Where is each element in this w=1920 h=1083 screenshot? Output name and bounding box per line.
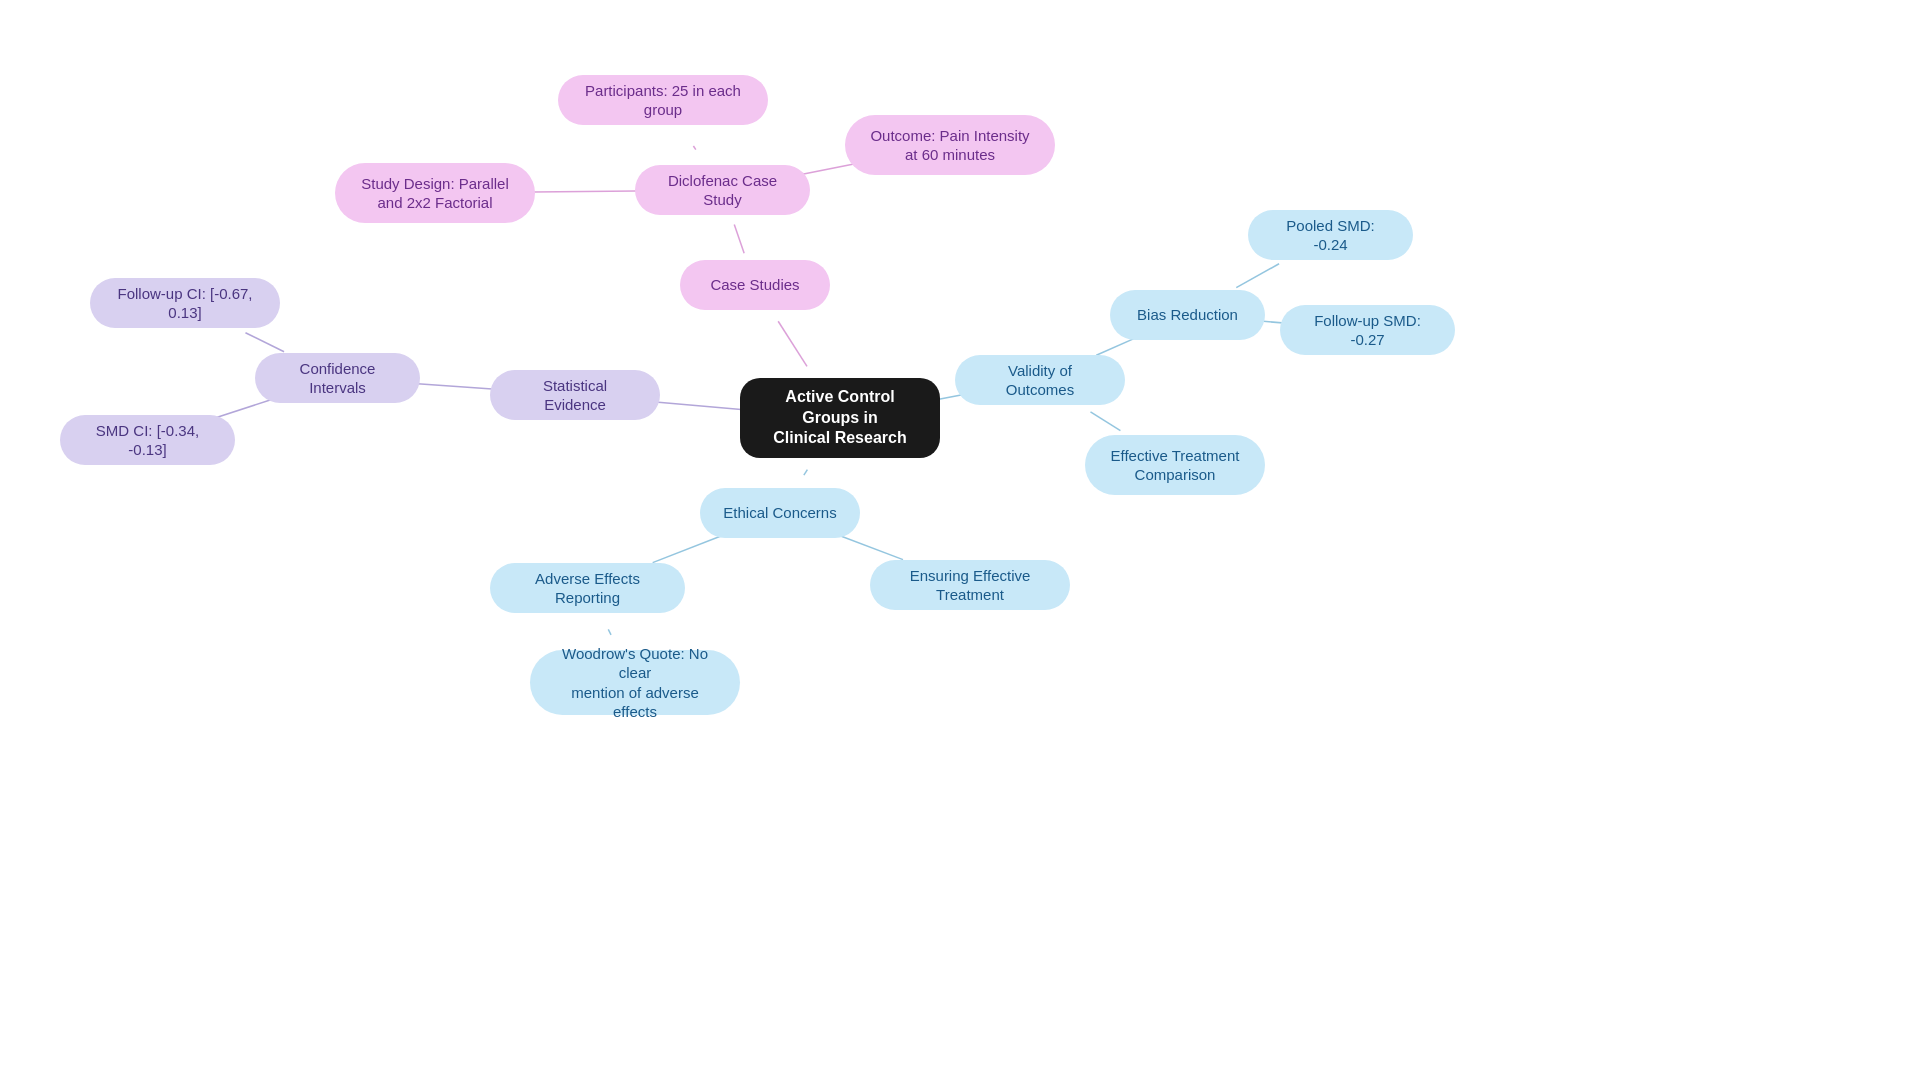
mindmap-container: Active Control Groups inClinical Researc… [0, 0, 1920, 1083]
node-center: Active Control Groups inClinical Researc… [740, 378, 940, 458]
node-bias_reduction: Bias Reduction [1110, 290, 1265, 340]
node-ethical_concerns: Ethical Concerns [700, 488, 860, 538]
svg-line-7 [245, 333, 284, 352]
node-effective_treatment_comparison: Effective TreatmentComparison [1085, 435, 1265, 495]
svg-line-2 [693, 146, 695, 150]
svg-line-1 [734, 224, 744, 253]
svg-line-17 [835, 534, 903, 560]
node-participants: Participants: 25 in each group [558, 75, 768, 125]
svg-line-10 [1096, 338, 1135, 355]
node-followup_ci: Follow-up CI: [-0.67, 0.13] [90, 278, 280, 328]
node-adverse_effects: Adverse Effects Reporting [490, 563, 685, 613]
svg-line-13 [1090, 412, 1120, 431]
node-statistical_evidence: Statistical Evidence [490, 370, 660, 420]
svg-line-14 [804, 470, 808, 476]
svg-line-0 [778, 321, 807, 366]
node-diclofenac: Diclofenac Case Study [635, 165, 810, 215]
node-smd_ci: SMD CI: [-0.34, -0.13] [60, 415, 235, 465]
node-validity_outcomes: Validity of Outcomes [955, 355, 1125, 405]
node-ensuring_treatment: Ensuring Effective Treatment [870, 560, 1070, 610]
node-followup_smd: Follow-up SMD: -0.27 [1280, 305, 1455, 355]
svg-line-11 [1236, 264, 1279, 288]
node-pooled_smd: Pooled SMD: -0.24 [1248, 210, 1413, 260]
svg-line-16 [608, 629, 611, 634]
node-confidence_intervals: Confidence Intervals [255, 353, 420, 403]
node-woodrow_quote: Woodrow's Quote: No clearmention of adve… [530, 650, 740, 715]
svg-line-15 [653, 534, 726, 562]
node-study_design: Study Design: Parallel and 2x2 Factorial [335, 163, 535, 223]
node-outcome: Outcome: Pain Intensity at 60 minutes [845, 115, 1055, 175]
node-case_studies: Case Studies [680, 260, 830, 310]
